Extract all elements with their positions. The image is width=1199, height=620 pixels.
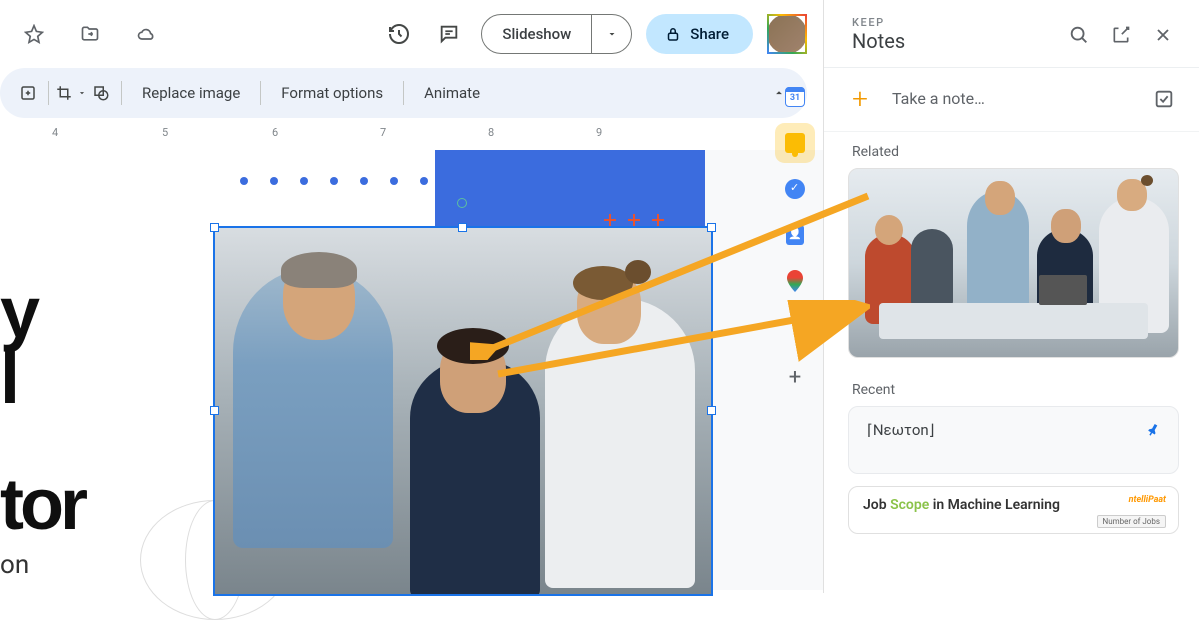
maps-icon[interactable]	[783, 269, 807, 293]
top-right-actions: Slideshow Share	[381, 14, 807, 54]
resize-handle[interactable]	[458, 223, 467, 232]
top-toolbar: Slideshow Share	[0, 0, 823, 68]
ruler-tick: 6	[272, 126, 278, 139]
resize-handle[interactable]	[210, 223, 219, 232]
keep-side-panel: KEEP Notes + Take a note… Related	[823, 0, 1199, 593]
history-icon[interactable]	[381, 16, 417, 52]
doc-status-icons	[16, 16, 164, 52]
format-toolbar: Replace image Format options Animate	[0, 68, 807, 118]
divider	[403, 81, 404, 105]
mask-icon[interactable]	[87, 79, 115, 107]
add-addon-icon[interactable]: +	[789, 365, 801, 390]
add-box-icon[interactable]	[14, 79, 42, 107]
share-label: Share	[690, 25, 729, 43]
slide-headline: y l tor	[0, 280, 84, 539]
plus-icon: +	[846, 82, 874, 115]
divider	[48, 81, 49, 105]
recent-note-text: ⌈Νεωτon⌋	[867, 421, 1144, 439]
pin-icon[interactable]	[1141, 418, 1166, 443]
headline-frag: tor	[0, 472, 84, 538]
avatar[interactable]	[767, 14, 807, 54]
divider	[121, 81, 122, 105]
panel-title: Notes	[852, 29, 1067, 53]
ruler-tick: 9	[596, 126, 602, 139]
checklist-icon[interactable]	[1153, 88, 1175, 110]
related-note-card[interactable]	[848, 168, 1179, 358]
ml-card-button-label: Number of Jobs	[1097, 515, 1167, 528]
panel-brand: KEEP	[852, 16, 1067, 29]
crop-icon[interactable]	[55, 79, 87, 107]
lock-icon	[664, 25, 682, 43]
ruler-tick: 5	[162, 126, 168, 139]
ruler-tick: 7	[380, 126, 386, 139]
recent-note-card-ml[interactable]: Job Scope in Machine Learning ntelliPaat…	[848, 486, 1179, 534]
share-button[interactable]: Share	[646, 14, 753, 54]
main-app-area: Slideshow Share Replace image	[0, 0, 823, 593]
move-folder-icon[interactable]	[72, 16, 108, 52]
contacts-icon[interactable]	[783, 223, 807, 247]
photo-content	[215, 228, 711, 594]
circle-marker	[457, 198, 467, 208]
search-icon[interactable]	[1067, 23, 1091, 47]
ruler: 4 5 6 7 8 9	[0, 122, 823, 144]
slideshow-dropdown[interactable]	[591, 15, 631, 53]
format-options-button[interactable]: Format options	[267, 78, 397, 108]
slideshow-button-group: Slideshow	[481, 14, 632, 54]
keep-icon[interactable]	[783, 131, 807, 155]
replace-image-button[interactable]: Replace image	[128, 78, 254, 108]
recent-label: Recent	[824, 370, 1199, 406]
side-rail: 31 +	[770, 85, 820, 390]
calendar-icon[interactable]: 31	[783, 85, 807, 109]
animate-button[interactable]: Animate	[410, 78, 494, 108]
star-icon[interactable]	[16, 16, 52, 52]
resize-handle[interactable]	[210, 406, 219, 415]
headline-frag: l	[0, 346, 84, 412]
comment-icon[interactable]	[431, 16, 467, 52]
ml-card-title: Job Scope in Machine Learning	[863, 497, 1164, 513]
ruler-tick: 4	[52, 126, 58, 139]
cloud-icon[interactable]	[128, 16, 164, 52]
slide-canvas[interactable]: y l tor on	[0, 150, 823, 590]
slide: y l tor on	[0, 150, 705, 590]
tasks-icon[interactable]	[783, 177, 807, 201]
decorative-dots	[240, 177, 428, 185]
divider	[260, 81, 261, 105]
open-new-icon[interactable]	[1109, 23, 1133, 47]
recent-note-card[interactable]: ⌈Νεωτon⌋	[848, 406, 1179, 474]
resize-handle[interactable]	[707, 406, 716, 415]
slideshow-button[interactable]: Slideshow	[482, 15, 591, 53]
ml-card-logo: ntelliPaat	[1129, 495, 1166, 505]
close-icon[interactable]	[1151, 23, 1175, 47]
panel-header: KEEP Notes	[824, 0, 1199, 68]
headline-frag: y	[0, 280, 84, 346]
slide-subtext: on	[0, 550, 29, 580]
take-note-placeholder: Take a note…	[892, 89, 1135, 108]
ruler-tick: 8	[488, 126, 494, 139]
related-label: Related	[824, 132, 1199, 168]
take-note-row[interactable]: + Take a note…	[824, 68, 1199, 132]
resize-handle[interactable]	[707, 223, 716, 232]
selected-image[interactable]	[213, 226, 713, 596]
